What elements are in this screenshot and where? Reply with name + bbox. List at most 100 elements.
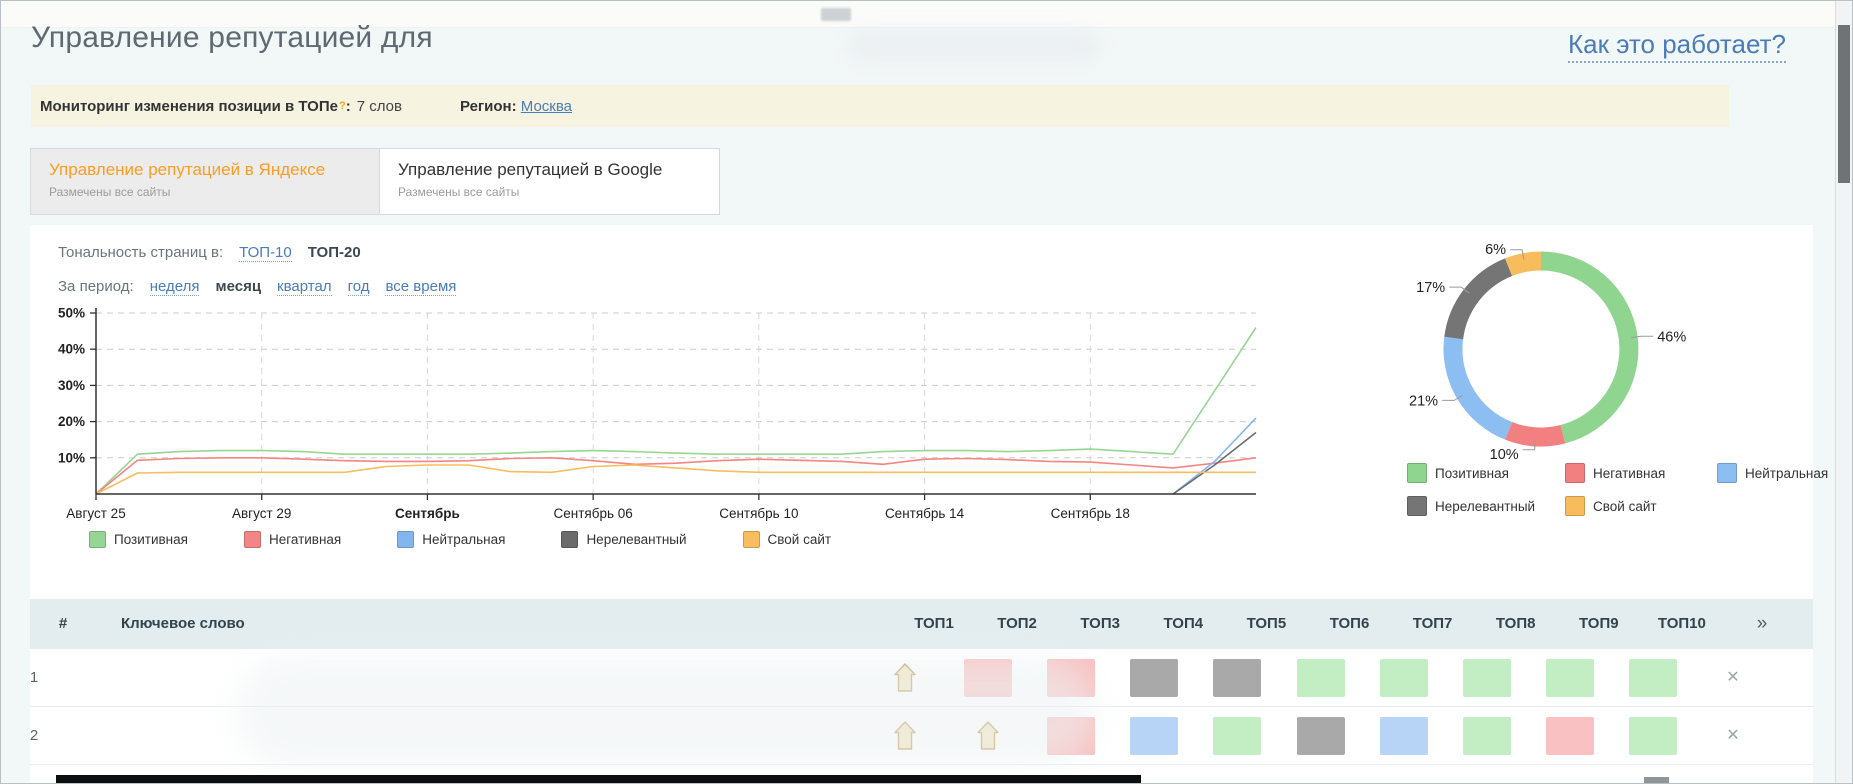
tab-google-title: Управление репутацией в Google [398, 160, 701, 180]
column-header-top6: ТОП6 [1320, 599, 1380, 649]
tonality-cell-pos [1380, 659, 1428, 697]
tonality-donut-chart: 46% 10% 21% 17% 6% [1399, 237, 1709, 463]
tonality-cell-neg [1546, 717, 1594, 755]
tonality-cell-irr [1130, 659, 1178, 697]
page-title: Управление репутацией для [31, 21, 433, 55]
legend-item: Нерелевантный [561, 531, 686, 548]
legend-label: Нерелевантный [586, 532, 686, 547]
legend-label: Позитивная [1435, 466, 1509, 481]
tab-yandex-title: Управление репутацией в Яндексе [49, 160, 361, 180]
period-option-5[interactable]: все время [385, 278, 456, 296]
column-header-top4: ТОП4 [1153, 599, 1213, 649]
legend-item: Нейтральная [1717, 463, 1837, 483]
reputation-dashboard: Управление репутацией для Как это работа… [0, 0, 1853, 784]
svg-text:21%: 21% [1409, 393, 1438, 409]
region-label: Регион: [460, 98, 517, 115]
column-header-top3: ТОП3 [1070, 599, 1130, 649]
search-engine-tabs: Управление репутацией в Яндексе Размечен… [30, 148, 720, 215]
legend-item: Свой сайт [743, 531, 832, 548]
legend-item: Нерелевантный [1407, 496, 1565, 516]
svg-text:Август 29: Август 29 [232, 506, 291, 521]
tonality-cell-pos [1463, 659, 1511, 697]
legend-swatch-icon [397, 531, 414, 548]
more-columns-button[interactable]: » [1747, 599, 1777, 649]
tonality-option-1[interactable]: ТОП-10 [239, 244, 292, 262]
region-link[interactable]: Москва [521, 98, 572, 115]
svg-text:Сентябрь: Сентябрь [395, 506, 460, 521]
svg-text:Сентябрь 14: Сентябрь 14 [885, 506, 965, 521]
column-header-top10: ТОП10 [1652, 599, 1712, 649]
redacted-fragment [1644, 777, 1669, 784]
vertical-scrollbar[interactable] [1835, 1, 1852, 783]
column-header-top5: ТОП5 [1236, 599, 1296, 649]
legend-label: Нейтральная [1745, 466, 1828, 481]
how-it-works-link[interactable]: Как это работает? [1568, 29, 1786, 63]
redacted-client-name [846, 29, 1101, 63]
tonality-cell-pos [1213, 717, 1261, 755]
svg-text:10%: 10% [58, 450, 85, 465]
svg-text:17%: 17% [1416, 280, 1445, 296]
legend-swatch-icon [743, 531, 760, 548]
svg-text:6%: 6% [1485, 242, 1506, 258]
scrollbar-thumb[interactable] [1838, 25, 1850, 183]
legend-swatch-icon [89, 531, 106, 548]
period-option-3[interactable]: квартал [277, 278, 332, 296]
delete-keyword-button[interactable]: ✕ [1723, 707, 1743, 765]
tonality-cell-irr [1297, 717, 1345, 755]
tab-google[interactable]: Управление репутацией в Google Размечены… [379, 148, 720, 215]
svg-text:30%: 30% [58, 378, 85, 393]
tab-google-subtitle: Размечены все сайты [398, 185, 701, 199]
legend-label: Негативная [1593, 466, 1665, 481]
legend-swatch-icon [561, 531, 578, 548]
legend-label: Нейтральная [422, 532, 505, 547]
column-header-keyword: Ключевое слово [121, 599, 421, 649]
svg-text:Сентябрь 10: Сентябрь 10 [719, 506, 798, 521]
help-question-icon[interactable]: ? [339, 100, 346, 112]
period-switcher: За период: неделя месяц квартал год все время [58, 278, 456, 295]
redacted-row [56, 775, 1141, 784]
redacted-chip [821, 8, 851, 21]
column-header-num: # [51, 599, 75, 649]
legend-item: Негативная [1565, 463, 1717, 483]
svg-text:46%: 46% [1657, 329, 1686, 345]
legend-swatch-icon [1717, 463, 1737, 483]
row-number: 2 [22, 707, 46, 765]
keywords-table-header: # Ключевое слово ТОП1 ТОП2 ТОП3 ТОП4 ТОП5 ТОП6 Т… [30, 599, 1813, 649]
legend-swatch-icon [244, 531, 261, 548]
tonality-cell-pos [1629, 659, 1677, 697]
legend-swatch-icon [1407, 463, 1427, 483]
column-header-top1: ТОП1 [904, 599, 964, 649]
column-header-top9: ТОП9 [1569, 599, 1629, 649]
tonality-option-2[interactable]: ТОП-20 [308, 244, 361, 261]
line-chart-legend: ПозитивнаяНегативнаяНейтральнаяНерелеван… [89, 531, 887, 548]
period-label: За период: [58, 278, 134, 295]
period-option-2[interactable]: месяц [215, 278, 261, 295]
svg-text:10%: 10% [1490, 447, 1519, 463]
delete-keyword-button[interactable]: ✕ [1723, 649, 1743, 707]
monitored-words-count: 7 слов [357, 98, 402, 115]
monitoring-colon: : [346, 98, 351, 115]
column-header-top8: ТОП8 [1486, 599, 1546, 649]
period-option-1[interactable]: неделя [150, 278, 200, 296]
legend-item: Позитивная [1407, 463, 1565, 483]
tonality-cell-pos [1629, 717, 1677, 755]
svg-text:Сентябрь 06: Сентябрь 06 [554, 506, 633, 521]
tonality-cell-neu [1380, 717, 1428, 755]
tonality-line-chart: 10%20%30%40%50%Август 25Август 29Сентябр… [41, 301, 1291, 531]
column-header-top2: ТОП2 [987, 599, 1047, 649]
tonality-cell-neu [1130, 717, 1178, 755]
legend-swatch-icon [1407, 496, 1427, 516]
legend-swatch-icon [1565, 463, 1585, 483]
svg-text:40%: 40% [58, 342, 85, 357]
tab-yandex[interactable]: Управление репутацией в Яндексе Размечен… [30, 148, 379, 215]
tab-yandex-subtitle: Размечены все сайты [49, 185, 361, 199]
redacted-keywords [236, 657, 1096, 767]
svg-text:20%: 20% [58, 414, 85, 429]
tonality-cell-pos [1546, 659, 1594, 697]
tonality-cell-irr [1213, 659, 1261, 697]
legend-label: Свой сайт [1593, 499, 1657, 514]
row-number: 1 [22, 649, 46, 707]
legend-item: Позитивная [89, 531, 188, 548]
period-option-4[interactable]: год [348, 278, 370, 296]
donut-chart-legend: Позитивная Негативная Нейтральная Нерелеван… [1407, 463, 1837, 516]
